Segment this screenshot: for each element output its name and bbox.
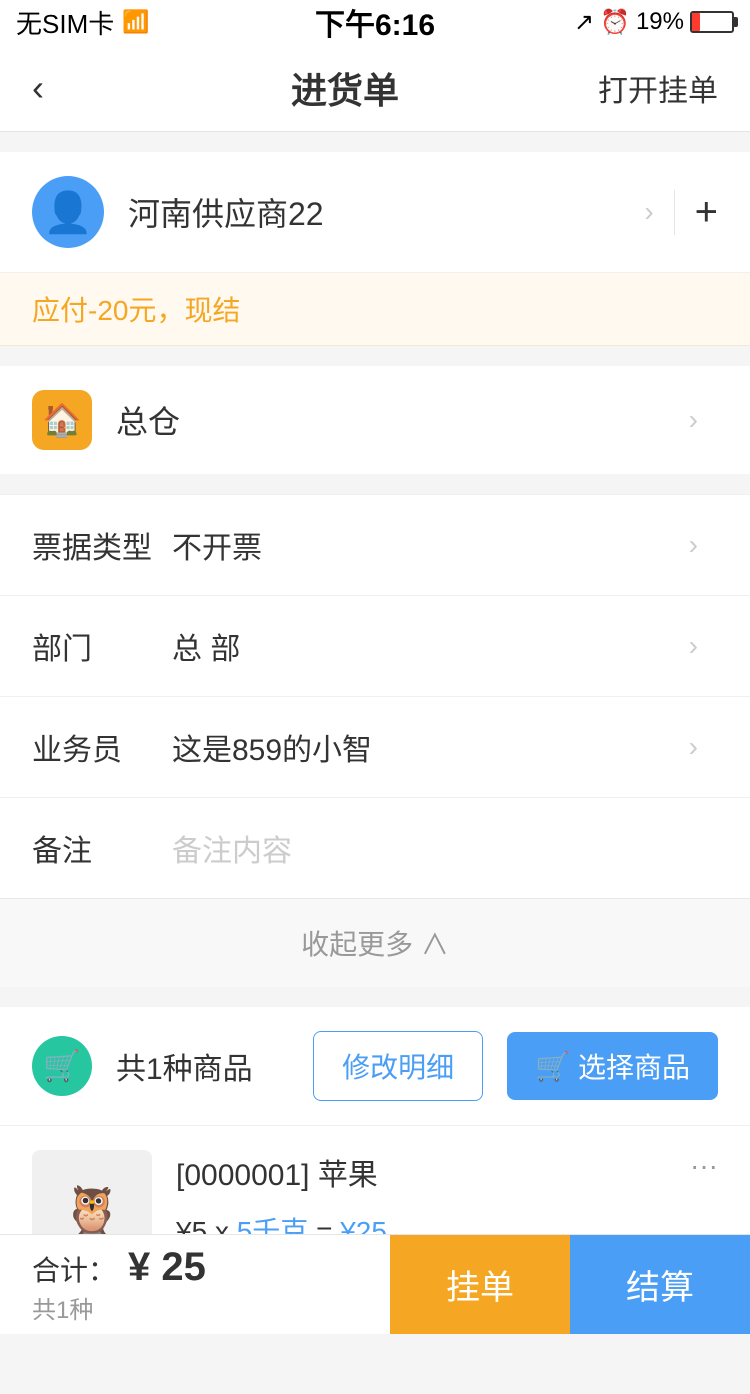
collapse-label: 收起更多 ∧ xyxy=(301,929,449,960)
select-product-button[interactable]: 🛒 选择商品 xyxy=(507,1032,718,1100)
supplier-chevron-icon: › xyxy=(644,196,653,228)
supplier-avatar: 👤 xyxy=(32,176,104,248)
supplier-row[interactable]: 👤 河南供应商22 › + xyxy=(0,152,750,273)
supplier-name: 河南供应商22 xyxy=(128,189,644,235)
warehouse-section: 🏠 总仓 › xyxy=(0,366,750,474)
status-bar-time: 下午6:16 xyxy=(315,0,435,44)
page-content: 👤 河南供应商22 › + 应付-20元，现结 🏠 总仓 › 票据类型 不开票 … xyxy=(0,132,750,1394)
remark-row[interactable]: 备注 备注内容 xyxy=(0,797,750,898)
carrier-label: 无SIM卡 xyxy=(16,4,114,41)
dept-label: 部门 xyxy=(32,624,172,668)
battery-percent: 19% xyxy=(636,8,684,36)
remark-label: 备注 xyxy=(32,826,172,870)
product-thumb-icon: 🦉 xyxy=(62,1182,122,1239)
staff-row[interactable]: 业务员 这是859的小智 › xyxy=(0,696,750,797)
status-bar: 无SIM卡 📶 下午6:16 ↗ ⏰ 19% xyxy=(0,0,750,44)
back-button[interactable]: ‹ xyxy=(32,67,92,109)
status-bar-right: ↗ ⏰ 19% xyxy=(574,8,734,37)
open-hang-button[interactable]: 打开挂单 xyxy=(598,66,718,110)
staff-value: 这是859的小智 xyxy=(172,725,689,769)
total-amount: ¥ 25 xyxy=(128,1245,206,1290)
nav-bar: ‹ 进货单 打开挂单 xyxy=(0,44,750,132)
products-count: 共1种商品 xyxy=(116,1044,289,1088)
gps-icon: ↗ xyxy=(574,8,594,37)
product-title: 苹果 xyxy=(318,1159,378,1192)
edit-detail-button[interactable]: 修改明细 xyxy=(313,1031,483,1101)
section-gap-3 xyxy=(0,474,750,494)
product-more-button[interactable]: ··· xyxy=(674,1150,718,1182)
settle-button[interactable]: 结算 xyxy=(570,1235,750,1334)
warehouse-icon: 🏠 xyxy=(32,390,92,450)
add-supplier-button[interactable]: + xyxy=(674,190,718,235)
ticket-type-chevron-icon: › xyxy=(689,529,698,561)
select-product-icon: 🛒 xyxy=(535,1050,570,1083)
supplier-avatar-icon: 👤 xyxy=(43,189,93,236)
remark-placeholder: 备注内容 xyxy=(172,826,718,870)
total-label: 合计： xyxy=(32,1249,116,1289)
collapse-button[interactable]: 收起更多 ∧ xyxy=(0,898,750,987)
ticket-type-label: 票据类型 xyxy=(32,523,172,567)
section-gap-2 xyxy=(0,346,750,366)
warehouse-row[interactable]: 🏠 总仓 › xyxy=(0,366,750,474)
page-title: 进货单 xyxy=(291,62,399,114)
form-section: 票据类型 不开票 › 部门 总 部 › 业务员 这是859的小智 › 备注 备注… xyxy=(0,494,750,987)
warehouse-chevron-icon: › xyxy=(689,404,698,436)
battery-icon xyxy=(690,11,734,33)
supplier-notice: 应付-20元，现结 xyxy=(0,273,750,346)
products-header: 🛒 共1种商品 修改明细 🛒 选择商品 xyxy=(0,1007,750,1125)
dept-row[interactable]: 部门 总 部 › xyxy=(0,595,750,696)
status-bar-left: 无SIM卡 📶 xyxy=(16,4,150,41)
total-sub: 共1种 xyxy=(32,1290,358,1325)
product-code: [0000001] xyxy=(176,1159,309,1192)
dept-chevron-icon: › xyxy=(689,630,698,662)
select-product-label: 选择商品 xyxy=(578,1046,690,1086)
staff-label: 业务员 xyxy=(32,725,172,769)
dept-value: 总 部 xyxy=(172,624,689,668)
wifi-icon: 📶 xyxy=(122,9,149,35)
hang-button[interactable]: 挂单 xyxy=(390,1235,570,1334)
supplier-section: 👤 河南供应商22 › + 应付-20元，现结 xyxy=(0,152,750,346)
section-gap-4 xyxy=(0,987,750,1007)
warehouse-name: 总仓 xyxy=(116,397,689,443)
cart-icon: 🛒 xyxy=(43,1049,80,1084)
products-icon: 🛒 xyxy=(32,1036,92,1096)
product-name: [0000001] 苹果 xyxy=(176,1150,650,1194)
ticket-type-row[interactable]: 票据类型 不开票 › xyxy=(0,494,750,595)
section-gap-1 xyxy=(0,132,750,152)
alarm-icon: ⏰ xyxy=(600,8,630,37)
bottom-total: 合计： ¥ 25 共1种 xyxy=(0,1235,390,1334)
bottom-bar: 合计： ¥ 25 共1种 挂单 结算 xyxy=(0,1234,750,1334)
battery-fill xyxy=(692,13,700,31)
ticket-type-value: 不开票 xyxy=(172,523,689,567)
staff-chevron-icon: › xyxy=(689,731,698,763)
total-row: 合计： ¥ 25 xyxy=(32,1245,358,1290)
